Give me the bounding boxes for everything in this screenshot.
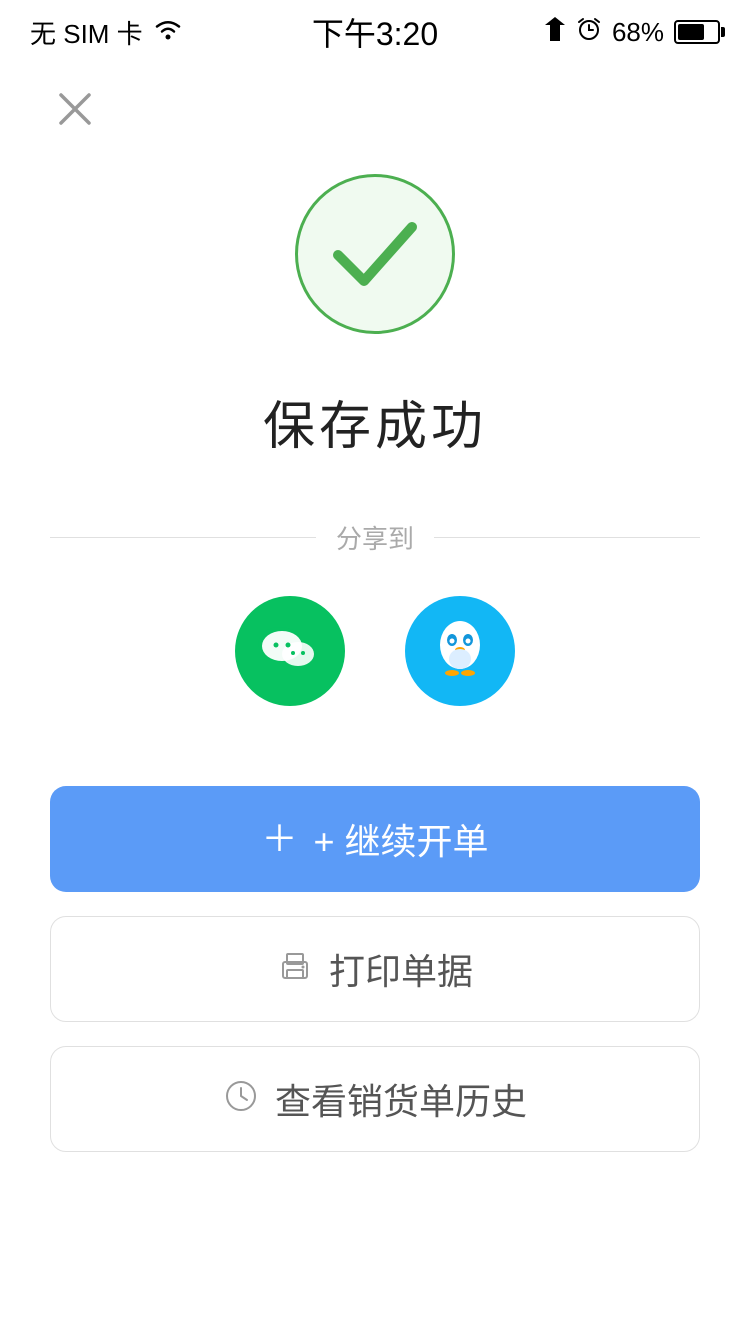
share-label: 分享到 (316, 519, 434, 556)
alarm-icon (576, 16, 602, 49)
status-time: 下午3:20 (312, 9, 438, 55)
qq-icon (428, 615, 492, 687)
share-section: 分享到 (50, 519, 700, 706)
wifi-icon (153, 17, 183, 48)
qq-share-button[interactable] (405, 596, 515, 706)
continue-button[interactable]: ＋ + 继续开单 (50, 786, 700, 892)
battery-percent: 68% (612, 17, 664, 48)
history-label: 查看销货单历史 (275, 1073, 527, 1125)
location-icon (544, 16, 566, 49)
wechat-icon (256, 622, 324, 680)
battery-icon (674, 20, 720, 44)
status-left: 无 SIM 卡 (30, 14, 183, 51)
print-label: 打印单据 (329, 943, 473, 995)
continue-label: + 继续开单 (313, 813, 488, 865)
sim-status: 无 SIM 卡 (30, 14, 143, 51)
divider-left (50, 537, 316, 538)
plus-icon: ＋ (261, 821, 297, 857)
print-button[interactable]: 打印单据 (50, 916, 700, 1022)
close-button[interactable] (50, 84, 100, 134)
clock-icon (223, 1078, 259, 1120)
divider-row: 分享到 (50, 519, 700, 556)
status-bar: 无 SIM 卡 下午3:20 68% (0, 0, 750, 64)
success-title: 保存成功 (263, 384, 487, 459)
wechat-share-button[interactable] (235, 596, 345, 706)
close-button-wrapper (50, 84, 700, 134)
history-button[interactable]: 查看销货单历史 (50, 1046, 700, 1152)
checkmark-icon (330, 217, 420, 292)
status-right: 68% (544, 16, 720, 49)
divider-right (434, 537, 700, 538)
share-icons-row (50, 596, 700, 706)
main-content: 保存成功 分享到 (0, 64, 750, 1172)
success-circle (295, 174, 455, 334)
printer-icon (277, 948, 313, 990)
action-buttons: ＋ + 继续开单 打印单据 查看销货单历 (50, 786, 700, 1152)
